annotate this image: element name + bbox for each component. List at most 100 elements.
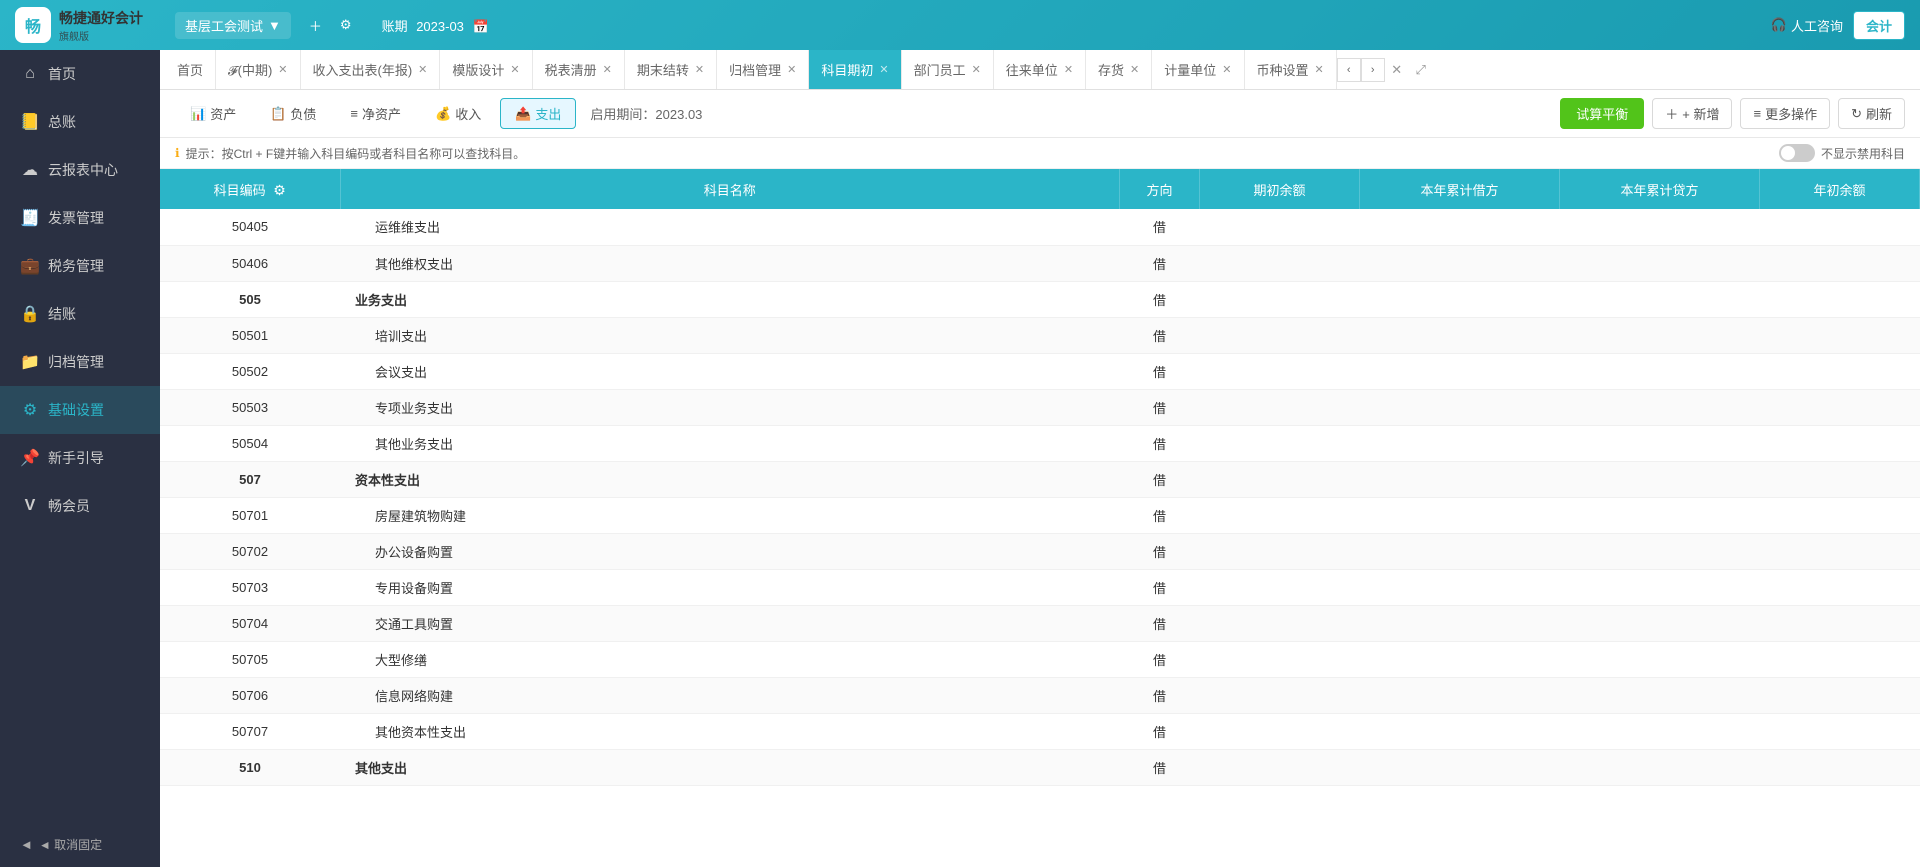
refresh-button[interactable]: ↻ 刷新: [1838, 98, 1905, 129]
tab-dept-staff[interactable]: 部门员工 ✕: [902, 50, 994, 90]
cell-credit: [1560, 605, 1760, 641]
tab-prev-button[interactable]: ‹: [1337, 58, 1361, 82]
sidebar-item-invoice[interactable]: 🧾 发票管理: [0, 194, 160, 242]
sidebar-item-tax[interactable]: 💼 税务管理: [0, 242, 160, 290]
sub-tab-expenditure[interactable]: 📤 支出: [500, 98, 576, 129]
table-row[interactable]: 50501 培训支出 借: [160, 317, 1920, 353]
table-row[interactable]: 50504 其他业务支出 借: [160, 425, 1920, 461]
tab-close-icon[interactable]: ✕: [972, 63, 981, 76]
th-debit: 本年累计借方: [1360, 169, 1560, 209]
toggle-area: 不显示禁用科目: [1779, 144, 1905, 162]
tab-close-icon[interactable]: ✕: [879, 63, 888, 76]
cell-name: 房屋建筑物购建: [340, 497, 1120, 533]
cell-code: 50701: [160, 497, 340, 533]
refresh-icon: ↻: [1851, 106, 1862, 122]
add-company-icon[interactable]: ＋: [309, 16, 322, 35]
cell-year: [1760, 353, 1920, 389]
tab-template[interactable]: 模版设计 ✕: [440, 50, 532, 90]
tab-close-icon[interactable]: ✕: [1222, 63, 1231, 76]
column-settings-icon[interactable]: ⚙: [273, 182, 286, 198]
cell-year: [1760, 605, 1920, 641]
tab-close-icon[interactable]: ✕: [1064, 63, 1073, 76]
tab-close-icon[interactable]: ✕: [603, 63, 612, 76]
settings-icon[interactable]: ⚙: [340, 17, 352, 33]
account-button[interactable]: 会计: [1853, 11, 1905, 40]
tab-currency[interactable]: 币种设置 ✕: [1245, 50, 1337, 90]
support-button[interactable]: 🎧 人工咨询: [1771, 16, 1843, 35]
table-row[interactable]: 50406 其他维权支出 借: [160, 245, 1920, 281]
table-row[interactable]: 50703 专用设备购置 借: [160, 569, 1920, 605]
tab-expand-button[interactable]: ⤢: [1409, 58, 1433, 82]
tab-tax-table[interactable]: 税表清册 ✕: [533, 50, 625, 90]
th-code: 科目编码 ⚙: [160, 169, 340, 209]
tab-close-icon[interactable]: ✕: [510, 63, 519, 76]
tab-archive[interactable]: 归档管理 ✕: [717, 50, 809, 90]
calendar-icon[interactable]: 📅: [473, 19, 489, 34]
tab-close-icon[interactable]: ✕: [278, 63, 287, 76]
tab-period[interactable]: 𝓕(中期) ✕: [216, 50, 300, 90]
table-row[interactable]: 50707 其他资本性支出 借: [160, 713, 1920, 749]
table-row[interactable]: 50503 专项业务支出 借: [160, 389, 1920, 425]
collapse-sidebar-button[interactable]: ◄ ◄ 取消固定: [0, 822, 160, 867]
table-row[interactable]: 50704 交通工具购置 借: [160, 605, 1920, 641]
cell-name: 专用设备购置: [340, 569, 1120, 605]
tab-close-all-button[interactable]: ✕: [1385, 58, 1409, 82]
toolbar-right: 试算平衡 ＋ + 新增 ≡ 更多操作 ↻ 刷新: [1560, 98, 1905, 129]
sub-tab-income[interactable]: 💰 收入: [420, 98, 496, 129]
cell-name: 会议支出: [340, 353, 1120, 389]
tab-home[interactable]: 首页: [165, 50, 216, 90]
table-row[interactable]: 50702 办公设备购置 借: [160, 533, 1920, 569]
cell-year: [1760, 245, 1920, 281]
tab-close-icon[interactable]: ✕: [1130, 63, 1139, 76]
table-row[interactable]: 50705 大型修缮 借: [160, 641, 1920, 677]
tab-close-icon[interactable]: ✕: [695, 63, 704, 76]
balance-button[interactable]: 试算平衡: [1560, 98, 1644, 129]
tab-close-icon[interactable]: ✕: [418, 63, 427, 76]
table-wrapper: 科目编码 ⚙ 科目名称 方向 期初余额: [160, 169, 1920, 867]
table-row[interactable]: 50701 房屋建筑物购建 借: [160, 497, 1920, 533]
sidebar-item-archive[interactable]: 📁 归档管理: [0, 338, 160, 386]
tab-counterparty[interactable]: 往来单位 ✕: [994, 50, 1086, 90]
logo-sub: 旗舰版: [59, 28, 143, 43]
sidebar-item-ledger[interactable]: 📒 总账: [0, 98, 160, 146]
tab-subject-initial[interactable]: 科目期初 ✕: [809, 50, 901, 90]
more-button[interactable]: ≡ 更多操作: [1740, 98, 1830, 129]
company-selector[interactable]: 基层工会测试 ▼: [175, 12, 291, 39]
tab-unit[interactable]: 计量单位 ✕: [1152, 50, 1244, 90]
sub-tab-liabilities[interactable]: 📋 负债: [255, 98, 331, 129]
table-row[interactable]: 505 业务支出 借: [160, 281, 1920, 317]
tab-annual-report[interactable]: 收入支出表(年报) ✕: [301, 50, 441, 90]
period-badge: 启用期间：2023.03: [590, 104, 702, 123]
cell-year: [1760, 389, 1920, 425]
sidebar-item-closing[interactable]: 🔒 结账: [0, 290, 160, 338]
sidebar-item-home[interactable]: ⌂ 首页: [0, 50, 160, 98]
tab-inventory[interactable]: 存货 ✕: [1086, 50, 1152, 90]
table-row[interactable]: 50502 会议支出 借: [160, 353, 1920, 389]
table-row[interactable]: 507 资本性支出 借: [160, 461, 1920, 497]
member-icon: V: [20, 497, 40, 515]
cell-debit: [1360, 497, 1560, 533]
cell-dir: 借: [1120, 209, 1200, 245]
disabled-toggle[interactable]: [1779, 144, 1815, 162]
sidebar-item-member[interactable]: V 畅会员: [0, 482, 160, 530]
tab-next-button[interactable]: ›: [1361, 58, 1385, 82]
tab-close-icon[interactable]: ✕: [787, 63, 796, 76]
table-body: 50405 运维维支出 借 50406 其他维权支出 借 505 业务支出 借 …: [160, 209, 1920, 785]
table-row[interactable]: 510 其他支出 借: [160, 749, 1920, 785]
cell-credit: [1560, 209, 1760, 245]
sidebar-item-label: 基础设置: [48, 400, 104, 420]
cell-balance: [1200, 677, 1360, 713]
cell-code: 507: [160, 461, 340, 497]
sub-tab-assets[interactable]: 📊 资产: [175, 98, 251, 129]
sidebar-item-reports[interactable]: ☁ 云报表中心: [0, 146, 160, 194]
sidebar-item-guide[interactable]: 📌 新手引导: [0, 434, 160, 482]
sidebar-item-settings[interactable]: ⚙ 基础设置: [0, 386, 160, 434]
company-name: 基层工会测试: [185, 16, 263, 35]
cell-dir: 借: [1120, 497, 1200, 533]
add-button[interactable]: ＋ + 新增: [1652, 98, 1732, 129]
tab-period-carry[interactable]: 期末结转 ✕: [625, 50, 717, 90]
tab-close-icon[interactable]: ✕: [1315, 63, 1324, 76]
table-row[interactable]: 50706 信息网络购建 借: [160, 677, 1920, 713]
sub-tab-net-assets[interactable]: ≡ 净资产: [335, 98, 416, 129]
table-row[interactable]: 50405 运维维支出 借: [160, 209, 1920, 245]
